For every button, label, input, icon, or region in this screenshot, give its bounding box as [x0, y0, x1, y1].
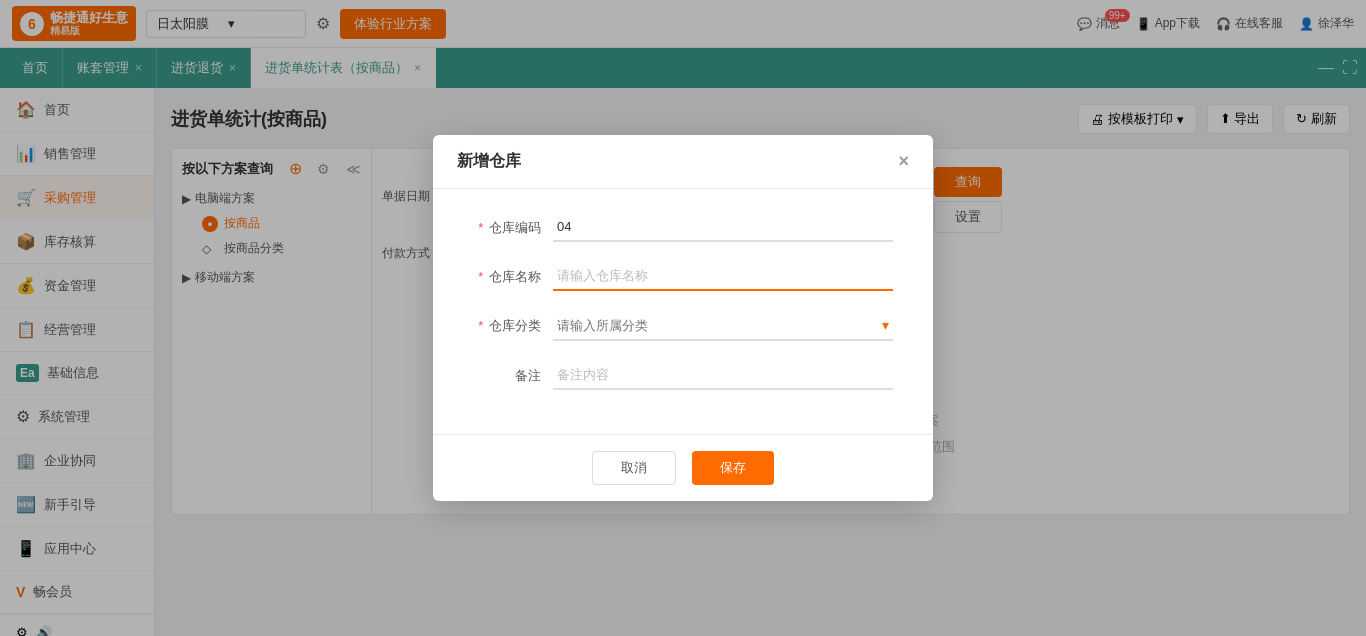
modal-overlay: 新增仓库 × * 仓库编码 * 仓库名称	[0, 0, 1366, 636]
modal-close-button[interactable]: ×	[898, 151, 909, 172]
name-input[interactable]	[553, 262, 893, 291]
code-form-row: * 仓库编码	[473, 213, 893, 242]
note-input[interactable]	[553, 361, 893, 390]
required-star-code: *	[478, 220, 483, 235]
required-star-name: *	[478, 269, 483, 284]
modal-title: 新增仓库	[457, 151, 521, 172]
cancel-button[interactable]: 取消	[592, 451, 676, 485]
save-button[interactable]: 保存	[692, 451, 774, 485]
new-warehouse-modal: 新增仓库 × * 仓库编码 * 仓库名称	[433, 135, 933, 501]
category-form-row: * 仓库分类 ▾	[473, 311, 893, 341]
note-form-row: 备注	[473, 361, 893, 390]
category-dropdown-arrow[interactable]: ▾	[882, 317, 889, 333]
category-input[interactable]	[557, 318, 882, 333]
required-star-category: *	[478, 318, 483, 333]
code-label: * 仓库编码	[473, 219, 553, 237]
code-input[interactable]	[553, 213, 893, 242]
name-label: * 仓库名称	[473, 268, 553, 286]
modal-footer: 取消 保存	[433, 434, 933, 501]
category-select-row: ▾	[553, 311, 893, 341]
note-label: 备注	[473, 367, 553, 385]
name-form-row: * 仓库名称	[473, 262, 893, 291]
category-label: * 仓库分类	[473, 317, 553, 335]
modal-body: * 仓库编码 * 仓库名称 * 仓库分类	[433, 189, 933, 434]
modal-header: 新增仓库 ×	[433, 135, 933, 189]
